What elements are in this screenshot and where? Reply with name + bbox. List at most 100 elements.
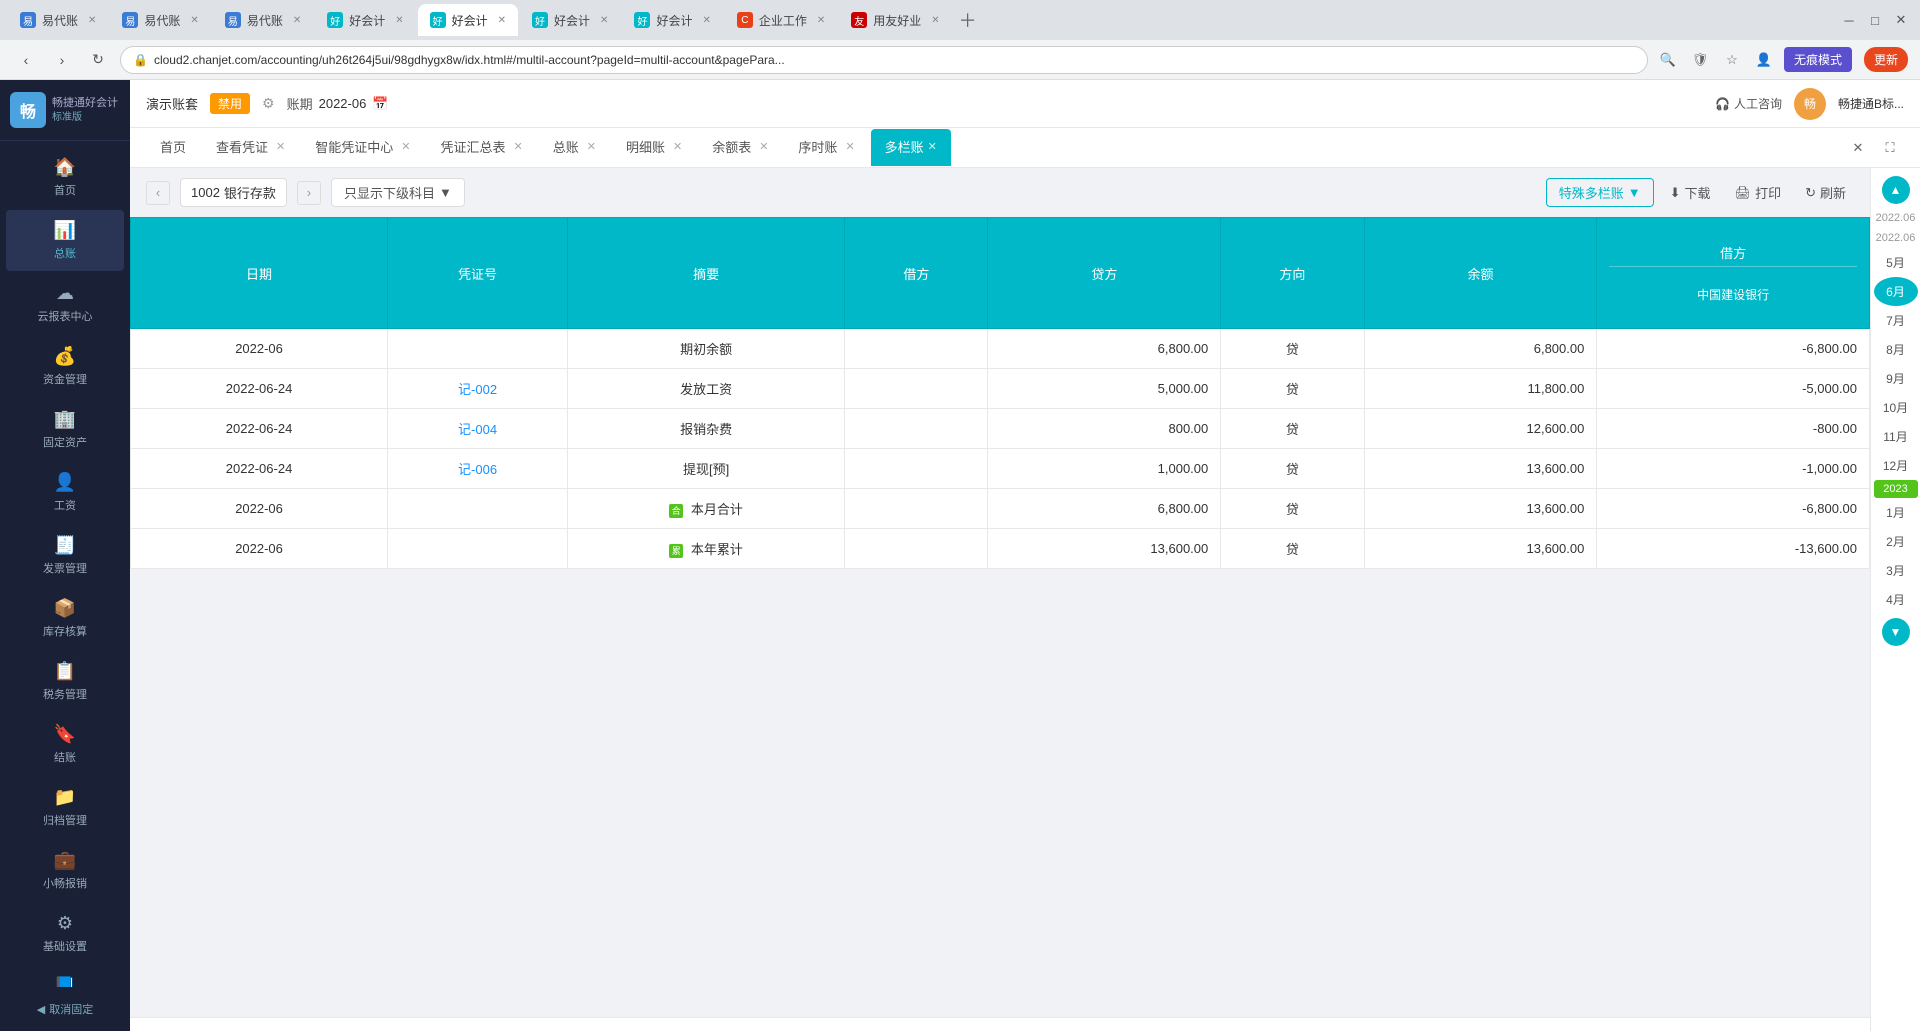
consult-button[interactable]: 🎧 人工咨询 [1715,95,1782,112]
tab-view-voucher[interactable]: 查看凭证 ✕ [202,129,299,166]
sidebar-item-ledger[interactable]: 📊 总账 [6,210,124,271]
unfix-button[interactable]: ◀ 取消固定 [6,995,124,1023]
tab-haohuiji-2[interactable]: 好 好会计 ✕ [520,4,620,36]
tab-general-ledger[interactable]: 总账 ✕ [539,129,610,166]
expand-tabs-button[interactable]: ⛶ [1876,134,1904,162]
print-button[interactable]: 🖨 打印 [1727,179,1790,206]
cal-month-12[interactable]: 12月 [1874,451,1918,480]
tab-close-4[interactable]: ✕ [395,15,403,26]
cell-summary-5: 累 本年累计 [568,529,845,569]
tab-close-8[interactable]: ✕ [817,15,825,26]
tab-close-6[interactable]: ✕ [600,15,608,26]
tab-close-9[interactable]: ✕ [931,15,939,26]
tab-home[interactable]: 首页 [146,129,200,166]
cal-month-11[interactable]: 11月 [1874,422,1918,451]
cell-voucher-2[interactable]: 记-004 [388,409,568,449]
tab-close-5[interactable]: ✕ [498,15,506,26]
scroll-down-button[interactable]: ▼ [1882,618,1910,646]
sidebar-item-expense[interactable]: 💼 小畅报销 [6,840,124,901]
tab-close-balance[interactable]: ✕ [759,140,768,153]
sidebar-label-invoice: 发票管理 [43,560,87,576]
new-tab-button[interactable]: ＋ [954,6,982,34]
sidebar-item-home[interactable]: 🏠 首页 [6,147,124,208]
sidebar-item-settings[interactable]: ⚙ 基础设置 [6,903,124,964]
next-account-button[interactable]: › [297,181,321,205]
star-icon[interactable]: ☆ [1720,48,1744,72]
refresh-data-button[interactable]: ↻ 刷新 [1797,179,1854,206]
tab-yidaizhang-1[interactable]: 易 易代账 ✕ [8,4,108,36]
sidebar-item-fund[interactable]: 💰 资金管理 [6,336,124,397]
tab-detail-ledger[interactable]: 明细账 ✕ [612,129,696,166]
cell-voucher-3[interactable]: 记-006 [388,449,568,489]
nav-tabs-bar: 首页 查看凭证 ✕ 智能凭证中心 ✕ 凭证汇总表 ✕ 总账 ✕ 明细账 ✕ [130,128,1920,168]
search-icon[interactable]: 🔍 [1656,48,1680,72]
cal-month-7[interactable]: 7月 [1874,306,1918,335]
shield-icon[interactable]: 🛡 [1688,48,1712,72]
maximize-button[interactable]: □ [1864,9,1886,31]
tab-balance[interactable]: 余额表 ✕ [698,129,782,166]
url-bar[interactable]: 🔒 cloud2.chanjet.com/accounting/uh26t264… [120,46,1648,74]
tab-close-smart-center[interactable]: ✕ [401,140,410,153]
filter-dropdown[interactable]: 只显示下级科目 ▼ [331,178,465,207]
tab-close-detail-ledger[interactable]: ✕ [673,140,682,153]
cal-month-10[interactable]: 10月 [1874,393,1918,422]
sidebar-item-guide[interactable]: 📘 新手引导 [6,966,124,987]
cal-month-5[interactable]: 5月 [1874,248,1918,277]
tab-smart-center[interactable]: 智能凭证中心 ✕ [301,129,424,166]
cal-month-6-active[interactable]: 6月 [1874,277,1918,306]
scroll-up-button[interactable]: ▲ [1882,176,1910,204]
tab-yidaizhang-3[interactable]: 易 易代账 ✕ [213,4,313,36]
tab-close-1[interactable]: ✕ [88,15,96,26]
cal-month-2023-4[interactable]: 4月 [1874,585,1918,614]
special-multicolumn-button[interactable]: 特殊多栏账 ▼ [1546,178,1654,207]
sidebar-item-close[interactable]: 🔖 结账 [6,714,124,775]
cal-month-9[interactable]: 9月 [1874,364,1918,393]
prev-account-button[interactable]: ‹ [146,181,170,205]
download-button[interactable]: ⬇ 下载 [1662,179,1719,206]
cal-month-2023-3[interactable]: 3月 [1874,556,1918,585]
sidebar-item-inventory[interactable]: 📦 库存核算 [6,588,124,649]
sidebar-item-salary[interactable]: 👤 工资 [6,462,124,523]
cell-voucher-1[interactable]: 记-002 [388,369,568,409]
tab-close-voucher-summary[interactable]: ✕ [514,140,523,153]
refresh-button[interactable]: ↻ [84,46,112,74]
collapse-tabs-button[interactable]: ✕ [1844,134,1872,162]
cal-month-8[interactable]: 8月 [1874,335,1918,364]
tab-yonyou[interactable]: 友 用友好业 ✕ [839,4,951,36]
update-button[interactable]: 更新 [1864,47,1908,72]
tab-close-sequential[interactable]: ✕ [845,140,854,153]
calendar-icon[interactable]: 📅 [372,96,388,112]
sidebar-item-assets[interactable]: 🏢 固定资产 [6,399,124,460]
no-trace-button[interactable]: 无痕模式 [1784,47,1852,72]
horizontal-scrollbar[interactable] [130,1017,1870,1031]
tab-yidaizhang-2[interactable]: 易 易代账 ✕ [110,4,210,36]
tab-multicolumn[interactable]: 多栏账 ✕ [871,129,951,166]
account-selector[interactable]: 1002 银行存款 [180,178,287,207]
profile-icon[interactable]: 👤 [1752,48,1776,72]
sidebar-item-cloud[interactable]: ☁ 云报表中心 [6,273,124,334]
cal-month-2023-2[interactable]: 2月 [1874,527,1918,556]
tab-haohuiji-3[interactable]: 好 好会计 ✕ [622,4,722,36]
tab-close-3[interactable]: ✕ [293,15,301,26]
forward-button[interactable]: › [48,46,76,74]
sidebar-item-invoice[interactable]: 🧾 发票管理 [6,525,124,586]
minimize-button[interactable]: ─ [1838,9,1860,31]
tab-close-7[interactable]: ✕ [702,15,710,26]
tab-close-multicolumn[interactable]: ✕ [928,140,937,153]
tab-close-view-voucher[interactable]: ✕ [276,140,285,153]
tab-close-2[interactable]: ✕ [190,15,198,26]
tab-voucher-summary[interactable]: 凭证汇总表 ✕ [426,129,536,166]
tab-sequential[interactable]: 序时账 ✕ [784,129,868,166]
tab-close-general-ledger[interactable]: ✕ [587,140,596,153]
logo-sub: 标准版 [52,111,118,124]
cal-month-2023-1[interactable]: 1月 [1874,498,1918,527]
sidebar-item-archive[interactable]: 📁 归档管理 [6,777,124,838]
settings-gear-icon[interactable]: ⚙ [262,95,275,112]
tab-enterprise[interactable]: C 企业工作 ✕ [725,4,837,36]
close-window-button[interactable]: ✕ [1890,9,1912,31]
tab-haohuiji-1[interactable]: 好 好会计 ✕ [315,4,415,36]
main-panel: ‹ 1002 银行存款 › 只显示下级科目 ▼ 特殊多栏账 ▼ [130,168,1870,1031]
back-button[interactable]: ‹ [12,46,40,74]
sidebar-item-tax[interactable]: 📋 税务管理 [6,651,124,712]
tab-haohuiji-active[interactable]: 好 好会计 ✕ [418,4,518,36]
